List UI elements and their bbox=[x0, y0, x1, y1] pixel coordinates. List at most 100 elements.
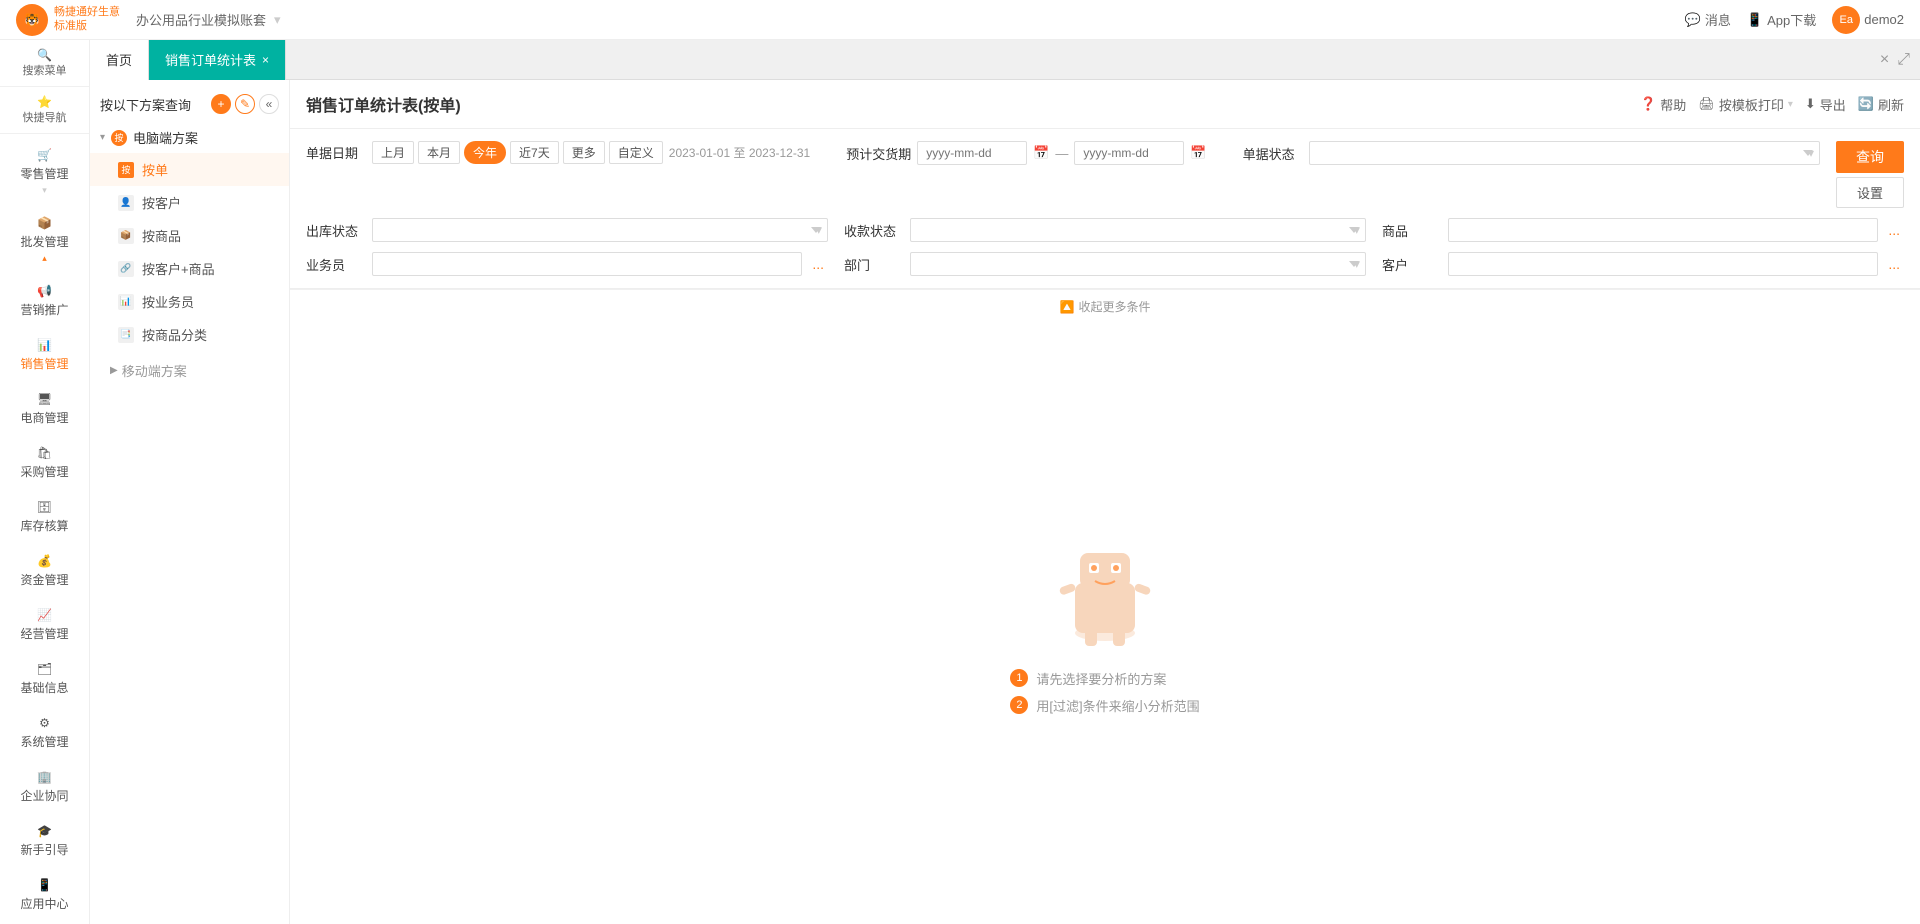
sidebar-search[interactable]: 🔍 搜索菜单 bbox=[0, 40, 89, 87]
settings-button[interactable]: 设置 bbox=[1836, 177, 1904, 208]
chevron-down-icon: ▾ bbox=[42, 185, 47, 196]
filter-row-2: 出库状态 ▾ 收款状态 bbox=[306, 218, 1904, 242]
date-btn-this-month[interactable]: 本月 bbox=[418, 141, 460, 164]
dept-select[interactable] bbox=[910, 252, 1366, 276]
scheme-item-by-category[interactable]: 📑 按商品分类 bbox=[90, 318, 289, 351]
pc-scheme-group: ▾ 按 电脑端方案 按 按单 👤 按客户 bbox=[90, 122, 289, 351]
sidebar-item-purchase[interactable]: 🛍 采购管理 bbox=[0, 436, 89, 490]
tab-close-icon[interactable]: × bbox=[262, 53, 269, 67]
export-button[interactable]: ⬇ 导出 bbox=[1805, 95, 1846, 114]
phone-icon: 📱 bbox=[1747, 12, 1763, 28]
date-btn-this-year[interactable]: 今年 bbox=[464, 141, 506, 164]
salesman-input[interactable] bbox=[372, 252, 802, 276]
query-button[interactable]: 查询 bbox=[1836, 141, 1904, 173]
scheme-item-by-staff[interactable]: 📊 按业务员 bbox=[90, 285, 289, 318]
sidebar-item-appcenter[interactable]: 📱 应用中心 bbox=[0, 868, 89, 922]
date-btn-last-month[interactable]: 上月 bbox=[372, 141, 414, 164]
date-btn-last-7days[interactable]: 近7天 bbox=[510, 141, 559, 164]
print-icon: 🖨 bbox=[1698, 96, 1715, 112]
product-more-icon[interactable]: ... bbox=[1884, 222, 1904, 238]
expected-date-from[interactable] bbox=[917, 141, 1027, 165]
left-panel: 按以下方案查询 + ✎ « ▾ 按 电脑端方案 bbox=[90, 80, 290, 924]
sidebar-item-sales[interactable]: 📊 销售管理 bbox=[0, 328, 89, 382]
top-bar-right: 💬 消息 📱 App下载 Ea demo2 bbox=[1685, 6, 1904, 34]
ship-status-filter: 出库状态 ▾ bbox=[306, 218, 828, 242]
tab-home[interactable]: 首页 bbox=[90, 40, 149, 80]
close-window-icon[interactable]: × bbox=[1880, 51, 1889, 69]
sidebar-item-system[interactable]: ⚙ 系统管理 bbox=[0, 706, 89, 760]
edit-scheme-button[interactable]: ✎ bbox=[235, 94, 255, 114]
avatar: Ea bbox=[1832, 6, 1860, 34]
ship-status-select[interactable] bbox=[372, 218, 828, 242]
sidebar-item-wholesale[interactable]: 📦 批发管理 ▴ bbox=[0, 206, 89, 274]
page-content: 按以下方案查询 + ✎ « ▾ 按 电脑端方案 bbox=[90, 80, 1920, 924]
scheme-item-by-order[interactable]: 按 按单 bbox=[90, 153, 289, 186]
print-arrow-icon: ▾ bbox=[1788, 99, 1793, 110]
sidebar-item-retail[interactable]: 🛒 零售管理 ▾ bbox=[0, 138, 89, 206]
salesman-more-icon[interactable]: ... bbox=[808, 256, 828, 272]
expected-date-filter: 预计交货期 📅 — 📅 bbox=[846, 141, 1206, 165]
enterprise-icon: 🏢 bbox=[37, 770, 52, 784]
mobile-scheme-group[interactable]: ▶ 移动端方案 bbox=[90, 355, 289, 386]
pay-status-select[interactable] bbox=[910, 218, 1366, 242]
filter-row-3: 业务员 ... 部门 ▾ bbox=[306, 252, 1904, 276]
sidebar-quick-nav[interactable]: ⭐ 快捷导航 bbox=[0, 87, 89, 134]
refresh-button[interactable]: 🔄 刷新 bbox=[1858, 95, 1904, 114]
date-separator: — bbox=[1055, 146, 1068, 161]
customer-filter: 客户 ... bbox=[1382, 252, 1904, 276]
message-button[interactable]: 💬 消息 bbox=[1685, 10, 1731, 29]
date-shortcuts: 上月 本月 今年 近7天 更多 自定义 bbox=[372, 141, 663, 164]
help-button[interactable]: ❓ 帮助 bbox=[1640, 95, 1686, 114]
date-btn-custom[interactable]: 自定义 bbox=[609, 141, 663, 164]
chevron-up-icon: ▴ bbox=[42, 253, 47, 264]
cal-icon-2: 📅 bbox=[1190, 145, 1206, 161]
sidebar-item-basics[interactable]: 🗂 基础信息 bbox=[0, 652, 89, 706]
status-filter: 单据状态 ▾ bbox=[1243, 141, 1820, 165]
sidebar-item-enterprise[interactable]: 🏢 企业协同 bbox=[0, 760, 89, 814]
product-filter: 商品 ... bbox=[1382, 218, 1904, 242]
page-title: 销售订单统计表(按单) bbox=[306, 92, 461, 128]
chevron-down-icon: ▾ bbox=[100, 132, 105, 143]
user-menu[interactable]: Ea demo2 bbox=[1832, 6, 1904, 34]
sidebar-item-inventory[interactable]: 🗄 库存核算 bbox=[0, 490, 89, 544]
add-scheme-button[interactable]: + bbox=[211, 94, 231, 114]
customer-input[interactable] bbox=[1448, 252, 1878, 276]
wholesale-icon: 📦 bbox=[37, 216, 52, 230]
sidebar-item-finance[interactable]: 💰 资金管理 bbox=[0, 544, 89, 598]
status-select[interactable] bbox=[1309, 141, 1820, 165]
sales-icon: 📊 bbox=[37, 338, 52, 352]
scheme-item-by-customer[interactable]: 👤 按客户 bbox=[90, 186, 289, 219]
scheme-item-by-cust-prod[interactable]: 🔗 按客户+商品 bbox=[90, 252, 289, 285]
tab-sales-order-stats[interactable]: 销售订单统计表 × bbox=[149, 40, 286, 80]
sidebar-item-operations[interactable]: 📈 经营管理 bbox=[0, 598, 89, 652]
customer-more-icon[interactable]: ... bbox=[1884, 256, 1904, 272]
collapse-filter-button[interactable]: 🔼 收起更多条件 bbox=[290, 289, 1920, 323]
breadcrumb-title: 办公用品行业模拟账套 bbox=[136, 10, 266, 29]
finance-icon: 💰 bbox=[37, 554, 52, 568]
sidebar-item-newbie[interactable]: 🎓 新手引导 bbox=[0, 814, 89, 868]
date-btn-more[interactable]: 更多 bbox=[563, 141, 605, 164]
date-label: 单据日期 bbox=[306, 143, 366, 162]
logo-icon: 🐯 bbox=[16, 4, 48, 36]
app-download-button[interactable]: 📱 App下载 bbox=[1747, 10, 1816, 29]
by-category-icon: 📑 bbox=[118, 327, 134, 343]
print-button[interactable]: 🖨 按模板打印 ▾ bbox=[1698, 95, 1793, 114]
salesman-filter: 业务员 ... bbox=[306, 252, 828, 276]
operations-icon: 📈 bbox=[37, 608, 52, 622]
pc-scheme-toggle[interactable]: ▾ 按 电脑端方案 bbox=[90, 122, 289, 153]
top-bar-left: 🐯 畅捷通好生意 标准版 办公用品行业模拟账套 ▾ bbox=[16, 4, 281, 36]
marketing-icon: 📢 bbox=[37, 284, 52, 298]
dept-filter: 部门 ▾ bbox=[844, 252, 1366, 276]
message-icon: 💬 bbox=[1685, 12, 1701, 28]
breadcrumb-arrow-icon[interactable]: ▾ bbox=[274, 12, 281, 28]
scheme-item-by-product[interactable]: 📦 按商品 bbox=[90, 219, 289, 252]
expected-date-to[interactable] bbox=[1074, 141, 1184, 165]
sidebar-item-marketing[interactable]: 📢 营销推广 bbox=[0, 274, 89, 328]
left-panel-header: 按以下方案查询 + ✎ « bbox=[90, 90, 289, 122]
collapse-panel-button[interactable]: « bbox=[259, 94, 279, 114]
sidebar-item-ecommerce[interactable]: 🖥 电商管理 bbox=[0, 382, 89, 436]
pc-scheme-icon: 按 bbox=[111, 130, 127, 146]
product-input[interactable] bbox=[1448, 218, 1878, 242]
maximize-icon[interactable]: ⤢ bbox=[1897, 51, 1910, 69]
empty-tip-1: 1 请先选择要分析的方案 bbox=[1010, 669, 1199, 688]
